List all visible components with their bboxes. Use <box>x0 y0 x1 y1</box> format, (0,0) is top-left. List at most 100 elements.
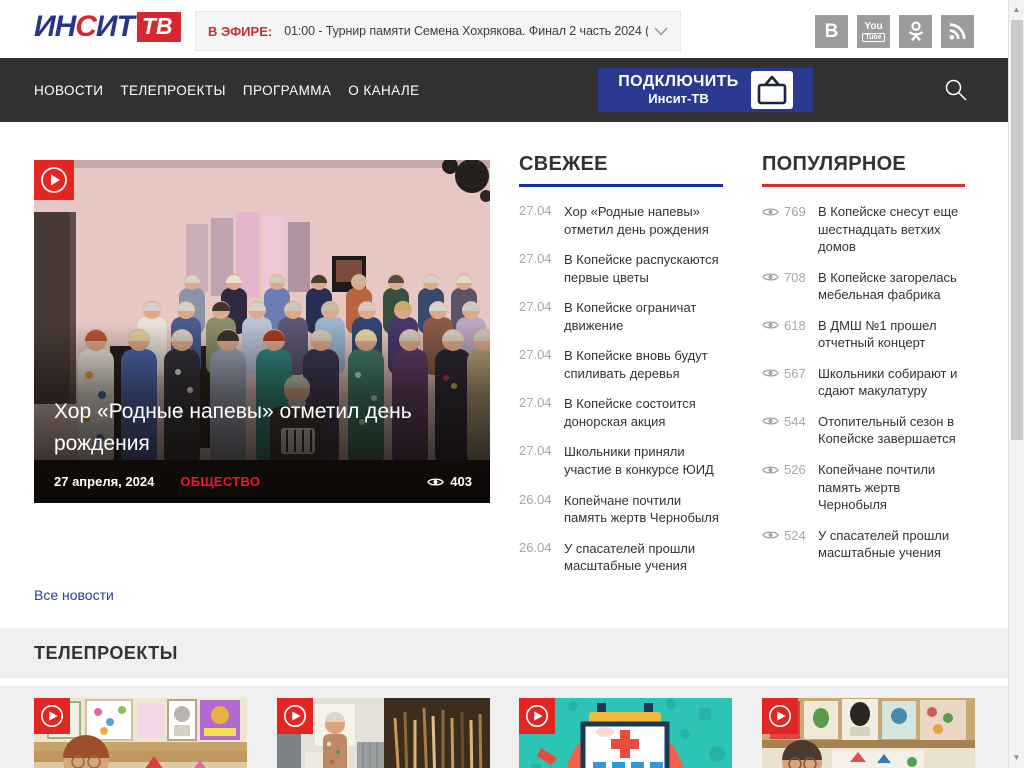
play-icon <box>39 703 65 729</box>
scrollbar-up-arrow[interactable]: ▲ <box>1009 3 1024 17</box>
play-badge <box>277 698 313 734</box>
news-list-item[interactable]: 27.04Хор «Родные напевы» отметил день ро… <box>519 203 723 238</box>
nav-item-news[interactable]: НОВОСТИ <box>34 83 103 98</box>
section-divider <box>0 678 1008 686</box>
popular-list-item[interactable]: 769В Копейске снесут еще шестнадцать вет… <box>762 203 965 256</box>
news-title: В Копейске загорелась мебельная фабрика <box>818 269 965 304</box>
scrollbar-thumb[interactable] <box>1011 20 1023 440</box>
site-logo[interactable]: ИНСИТ ТВ <box>34 12 181 42</box>
nav-item-teleprojects[interactable]: ТЕЛЕПРОЕКТЫ <box>120 83 226 98</box>
nav-item-program[interactable]: ПРОГРАММА <box>243 83 331 98</box>
teleproject-video-card[interactable] <box>762 698 975 768</box>
play-badge[interactable] <box>34 160 74 200</box>
news-list-item[interactable]: 27.04В Копейске распускаются первые цвет… <box>519 251 723 286</box>
featured-views: 403 <box>427 474 472 489</box>
live-broadcast-dropdown[interactable]: В ЭФИРЕ: 01:00 - Турнир памяти Семена Хо… <box>195 11 681 51</box>
popular-list-item[interactable]: 524У спасателей прошли масштабные учения <box>762 527 965 562</box>
popular-section-title: ПОПУЛЯРНОЕ <box>762 153 965 176</box>
tv-icon <box>751 71 793 109</box>
news-title: В ДМШ №1 прошел отчетный концерт <box>818 317 965 352</box>
news-title: В Копейске вновь будут спиливать деревья <box>564 347 723 382</box>
popular-list-item[interactable]: 618 В ДМШ №1 прошел отчетный концерт <box>762 317 965 352</box>
news-list-item[interactable]: 27.04Школьники приняли участие в конкурс… <box>519 443 723 478</box>
news-list-item[interactable]: 26.04Копейчане почтили память жертв Черн… <box>519 492 723 527</box>
news-title: Копейчане почтили память жертв Чернобыля <box>818 461 965 514</box>
popular-news-list: 769В Копейске снесут еще шестнадцать вет… <box>762 203 965 562</box>
teleproject-video-card[interactable] <box>519 698 732 768</box>
featured-title: Хор «Родные напевы» отметил день рождени… <box>54 396 466 459</box>
popular-list-item[interactable]: 567 Школьники собирают и сдают макулатуру <box>762 365 965 400</box>
eye-icon <box>762 367 779 379</box>
logo-text: ИНСИТ <box>34 12 134 42</box>
social-links: B You Tube <box>815 15 974 48</box>
news-date: 27.04 <box>519 395 556 430</box>
teleprojects-section: ТЕЛЕПРОЕКТЫ <box>0 628 1008 768</box>
play-icon <box>767 703 793 729</box>
odnoklassniki-button[interactable] <box>899 15 932 48</box>
popular-underline <box>762 184 965 187</box>
views-count: 769 <box>762 203 810 219</box>
news-list-item[interactable]: 27.04В Копейске ограничат движение <box>519 299 723 334</box>
play-badge <box>34 698 70 734</box>
news-title: В Копейске ограничат движение <box>564 299 723 334</box>
youtube-button[interactable]: You Tube <box>857 15 890 48</box>
nav-item-about[interactable]: О КАНАЛЕ <box>348 83 419 98</box>
views-count: 567 <box>762 365 810 381</box>
news-title: Школьники приняли участие в конкурсе ЮИД <box>564 443 723 478</box>
news-title: Отопительный сезон в Копейске завершаетс… <box>818 413 965 448</box>
news-list-item[interactable]: 26.04У спасателей прошли масштабные учен… <box>519 540 723 575</box>
eye-icon <box>762 271 779 283</box>
search-button[interactable] <box>941 75 971 105</box>
teleproject-video-card[interactable] <box>277 698 490 768</box>
eye-icon <box>762 415 779 427</box>
eye-icon <box>762 464 779 476</box>
all-news-link[interactable]: Все новости <box>34 587 114 603</box>
news-date: 26.04 <box>519 540 556 575</box>
views-count: 524 <box>762 527 810 543</box>
play-badge <box>762 698 798 734</box>
rss-icon <box>948 22 967 41</box>
main-nav: НОВОСТИ ТЕЛЕПРОЕКТЫ ПРОГРАММА О КАНАЛЕ П… <box>0 58 1008 122</box>
play-icon <box>39 165 69 195</box>
teleproject-video-card[interactable] <box>34 698 247 768</box>
news-title: В Копейске состоится донорская акция <box>564 395 723 430</box>
odnoklassniki-icon <box>907 21 925 42</box>
play-icon <box>524 703 550 729</box>
live-label: В ЭФИРЕ: <box>208 24 272 39</box>
rss-button[interactable] <box>941 15 974 48</box>
live-program-text: 01:00 - Турнир памяти Семена Хохрякова. … <box>284 24 648 38</box>
popular-news-section: ПОПУЛЯРНОЕ 769В Копейске снесут еще шест… <box>762 153 965 575</box>
popular-list-item[interactable]: 544 Отопительный сезон в Копейске заверша… <box>762 413 965 448</box>
popular-list-item[interactable]: 708 В Копейске загорелась мебельная фабри… <box>762 269 965 304</box>
eye-icon <box>427 476 444 488</box>
logo-tv-badge: ТВ <box>137 12 181 42</box>
news-list-item[interactable]: 27.04В Копейске состоится донорская акци… <box>519 395 723 430</box>
featured-category[interactable]: ОБЩЕСТВО <box>180 474 260 489</box>
views-count: 708 <box>762 269 810 285</box>
play-badge <box>519 698 555 734</box>
fresh-underline <box>519 184 723 187</box>
site-header: ИНСИТ ТВ В ЭФИРЕ: 01:00 - Турнир памяти … <box>0 0 1008 58</box>
news-title: Школьники собирают и сдают макулатуру <box>818 365 965 400</box>
vk-button[interactable]: B <box>815 15 848 48</box>
search-icon <box>943 77 969 103</box>
views-count: 544 <box>762 413 810 429</box>
news-list-item[interactable]: 27.04В Копейске вновь будут спиливать де… <box>519 347 723 382</box>
news-title: Копейчане почтили память жертв Чернобыля <box>564 492 723 527</box>
views-count: 526 <box>762 461 810 477</box>
popular-list-item[interactable]: 526 Копейчане почтили память жертв Черноб… <box>762 461 965 514</box>
news-date: 27.04 <box>519 347 556 382</box>
featured-date: 27 апреля, 2024 <box>54 474 154 489</box>
scrollbar[interactable]: ▲ ▼ <box>1008 0 1024 768</box>
fresh-news-list: 27.04Хор «Родные напевы» отметил день ро… <box>519 203 723 575</box>
connect-insit-tv-button[interactable]: ПОДКЛЮЧИТЬ Инсит-ТВ <box>598 68 813 112</box>
featured-article[interactable]: Хор «Родные напевы» отметил день рождени… <box>34 160 490 503</box>
scrollbar-down-arrow[interactable]: ▼ <box>1009 751 1024 765</box>
fresh-section-title: СВЕЖЕЕ <box>519 153 723 176</box>
views-count: 618 <box>762 317 810 333</box>
eye-icon <box>762 319 779 331</box>
news-date: 27.04 <box>519 203 556 238</box>
fresh-news-section: СВЕЖЕЕ 27.04Хор «Родные напевы» отметил … <box>519 153 723 588</box>
play-icon <box>282 703 308 729</box>
news-date: 27.04 <box>519 443 556 478</box>
